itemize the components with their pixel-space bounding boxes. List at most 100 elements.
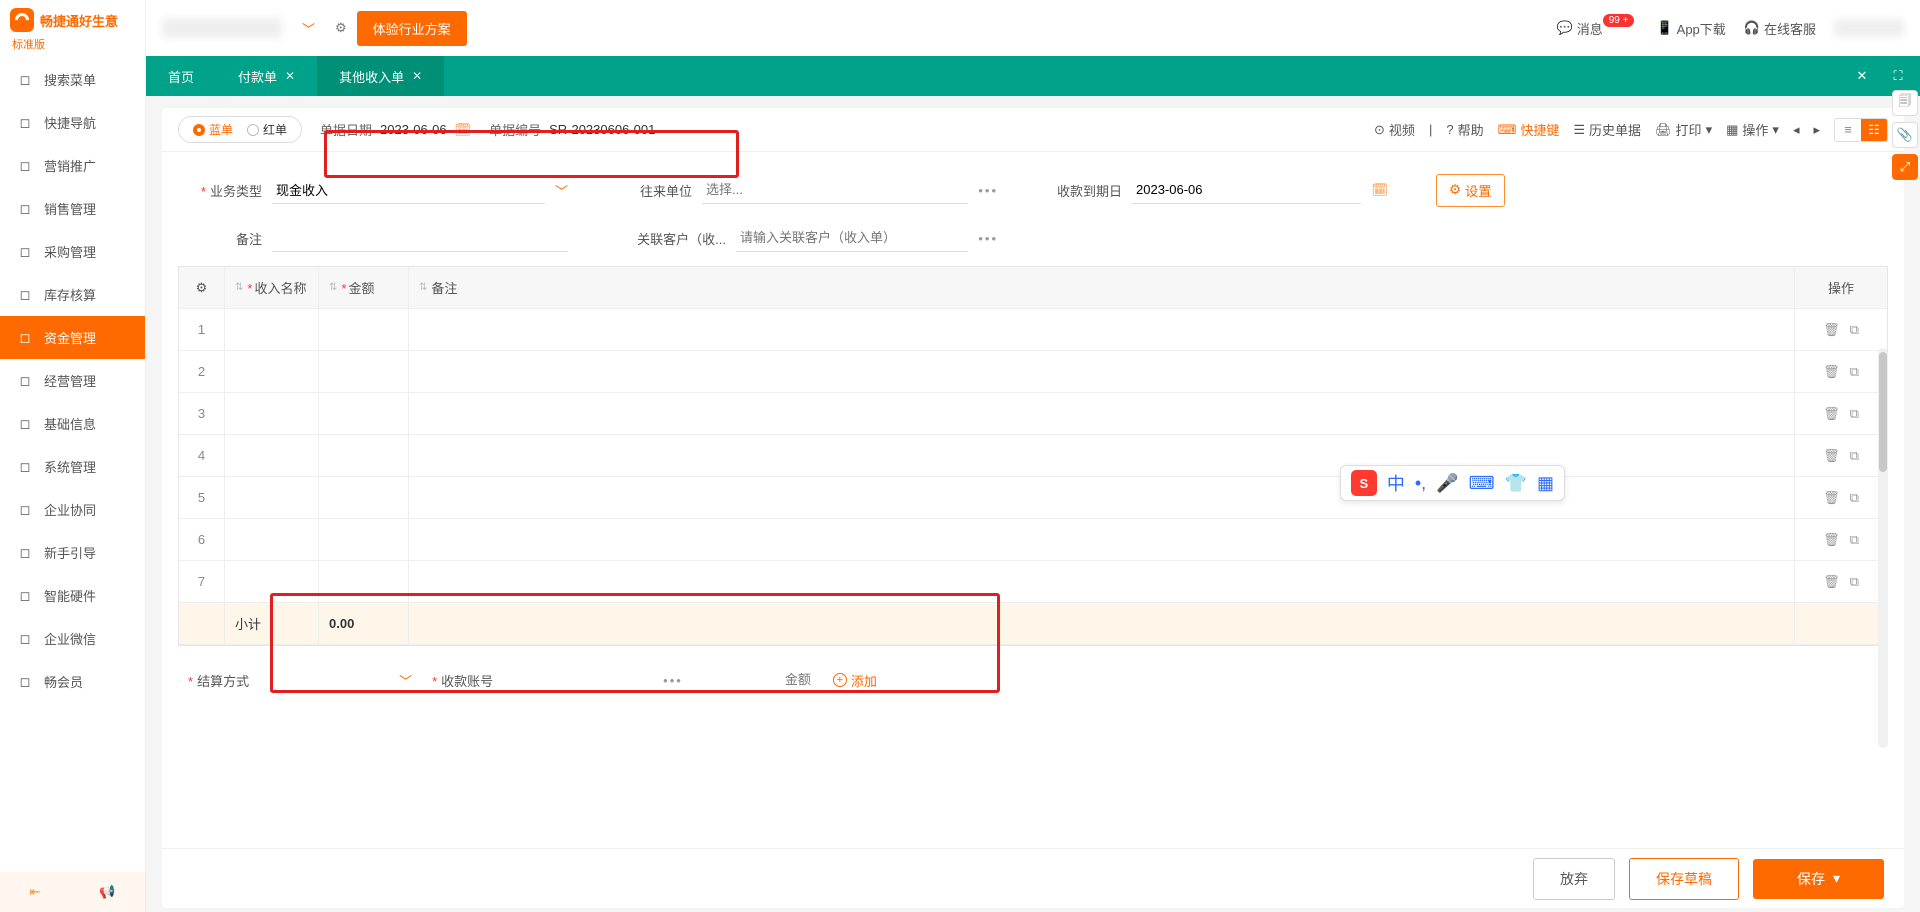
cell-income-name[interactable] xyxy=(225,351,319,392)
ime-keyboard-icon[interactable]: ⌨ xyxy=(1469,473,1495,494)
grid-settings-header-icon[interactable]: ⚙ xyxy=(179,267,225,308)
col-amount[interactable]: ⇅金额 xyxy=(319,267,409,308)
org-dropdown-icon[interactable]: ﹀ xyxy=(302,19,315,38)
cell-amount[interactable] xyxy=(319,477,409,518)
col-remark[interactable]: ⇅备注 xyxy=(409,267,1795,308)
next-doc-icon[interactable]: ▸ xyxy=(1813,122,1820,138)
table-row[interactable]: 1🗑⧉ xyxy=(179,309,1887,351)
prev-doc-icon[interactable]: ◂ xyxy=(1793,122,1800,138)
settlement-account-input[interactable] xyxy=(513,668,643,692)
ime-toolbox-icon[interactable]: ▦ xyxy=(1537,473,1554,494)
settings-gear-icon[interactable]: ⚙ xyxy=(335,20,347,36)
row-copy-icon[interactable]: ⧉ xyxy=(1850,532,1859,548)
due-date-input[interactable] xyxy=(1132,176,1361,204)
ime-skin-icon[interactable]: 👕 xyxy=(1505,473,1527,494)
cell-income-name[interactable] xyxy=(225,309,319,350)
sidebar-item-tag[interactable]: ◻销售管理 xyxy=(0,187,145,230)
ime-lang-toggle[interactable]: 中 xyxy=(1387,470,1405,496)
cell-remark[interactable] xyxy=(409,561,1795,602)
ime-mic-icon[interactable]: 🎤 xyxy=(1436,473,1458,494)
doc-date-value[interactable]: 2023-06-06 xyxy=(380,122,447,137)
form-view-icon[interactable]: ☷ xyxy=(1861,119,1887,141)
cell-amount[interactable] xyxy=(319,435,409,476)
settlement-amount-input[interactable] xyxy=(703,668,813,692)
sidebar-item-vip[interactable]: ◻畅会员 xyxy=(0,660,145,703)
counterparty-input[interactable] xyxy=(702,176,968,204)
save-button[interactable]: 保存▾ xyxy=(1753,859,1884,899)
row-copy-icon[interactable]: ⧉ xyxy=(1850,574,1859,590)
cell-income-name[interactable] xyxy=(225,561,319,602)
cell-remark[interactable] xyxy=(409,519,1795,560)
row-copy-icon[interactable]: ⧉ xyxy=(1850,490,1859,506)
sidebar-item-yen[interactable]: ◻资金管理 xyxy=(0,316,145,359)
discard-button[interactable]: 放弃 xyxy=(1533,858,1615,900)
video-link[interactable]: ⊙视频 xyxy=(1374,120,1415,139)
cell-income-name[interactable] xyxy=(225,519,319,560)
more-dots-icon[interactable]: ••• xyxy=(978,183,998,198)
calendar-icon[interactable]: 🗓 xyxy=(1371,182,1388,198)
close-icon[interactable]: ✕ xyxy=(285,69,295,83)
col-income-name[interactable]: ⇅收入名称 xyxy=(225,267,319,308)
table-row[interactable]: 4🗑⧉ xyxy=(179,435,1887,477)
ime-toolbar[interactable]: S 中 •, 🎤 ⌨ 👕 ▦ xyxy=(1340,465,1565,501)
close-icon[interactable]: ✕ xyxy=(412,69,422,83)
cell-income-name[interactable] xyxy=(225,477,319,518)
collapse-icon[interactable]: ⇤ xyxy=(29,884,40,900)
cell-remark[interactable] xyxy=(409,477,1795,518)
close-all-tabs-icon[interactable]: ✕ xyxy=(1848,62,1876,90)
cell-income-name[interactable] xyxy=(225,393,319,434)
sidebar-item-bag[interactable]: ◻采购管理 xyxy=(0,230,145,273)
table-row[interactable]: 3🗑⧉ xyxy=(179,393,1887,435)
cell-amount[interactable] xyxy=(319,561,409,602)
ime-punct-icon[interactable]: •, xyxy=(1415,473,1426,494)
sidebar-item-search[interactable]: ◻搜索菜单 xyxy=(0,58,145,101)
rel-customer-input[interactable] xyxy=(736,224,968,252)
row-copy-icon[interactable]: ⧉ xyxy=(1850,322,1859,338)
rail-attach-icon[interactable]: 📎 xyxy=(1892,122,1918,148)
sidebar-item-db[interactable]: ◻基础信息 xyxy=(0,402,145,445)
more-dots-icon[interactable]: ••• xyxy=(663,673,683,688)
cell-remark[interactable] xyxy=(409,435,1795,476)
cell-amount[interactable] xyxy=(319,309,409,350)
row-delete-icon[interactable]: 🗑 xyxy=(1823,574,1840,590)
tab-0[interactable]: 首页 xyxy=(146,56,216,96)
row-copy-icon[interactable]: ⧉ xyxy=(1850,448,1859,464)
sidebar-item-gift[interactable]: ◻营销推广 xyxy=(0,144,145,187)
sidebar-item-team[interactable]: ◻企业协同 xyxy=(0,488,145,531)
sidebar-item-home[interactable]: ◻快捷导航 xyxy=(0,101,145,144)
row-delete-icon[interactable]: 🗑 xyxy=(1823,532,1840,548)
sidebar-item-wechat[interactable]: ◻企业微信 xyxy=(0,617,145,660)
app-download-button[interactable]: 📱 App下载 xyxy=(1656,19,1725,38)
cell-remark[interactable] xyxy=(409,351,1795,392)
row-copy-icon[interactable]: ⧉ xyxy=(1850,406,1859,422)
row-copy-icon[interactable]: ⧉ xyxy=(1850,364,1859,380)
biz-type-select[interactable] xyxy=(272,176,545,204)
sidebar-item-box[interactable]: ◻库存核算 xyxy=(0,273,145,316)
settings-button[interactable]: ⚙设置 xyxy=(1436,174,1505,207)
cell-remark[interactable] xyxy=(409,309,1795,350)
list-view-icon[interactable]: ≡ xyxy=(1835,119,1861,141)
rail-expand-icon[interactable]: ⤢ xyxy=(1892,154,1918,180)
row-delete-icon[interactable]: 🗑 xyxy=(1823,490,1840,506)
table-row[interactable]: 7🗑⧉ xyxy=(179,561,1887,603)
cell-remark[interactable] xyxy=(409,393,1795,434)
sidebar-item-file[interactable]: ◻经营管理 xyxy=(0,359,145,402)
cell-income-name[interactable] xyxy=(225,435,319,476)
row-delete-icon[interactable]: 🗑 xyxy=(1823,406,1840,422)
sound-icon[interactable]: 📢 xyxy=(99,884,115,900)
cell-amount[interactable] xyxy=(319,351,409,392)
vertical-scrollbar[interactable] xyxy=(1878,348,1888,748)
cell-amount[interactable] xyxy=(319,393,409,434)
cell-amount[interactable] xyxy=(319,519,409,560)
radio-blue[interactable]: 蓝单 xyxy=(193,121,233,138)
table-row[interactable]: 2🗑⧉ xyxy=(179,351,1887,393)
settlement-method-input[interactable] xyxy=(269,668,379,692)
table-row[interactable]: 6🗑⧉ xyxy=(179,519,1887,561)
row-delete-icon[interactable]: 🗑 xyxy=(1823,322,1840,338)
chevron-down-icon[interactable]: ﹀ xyxy=(399,671,412,690)
sidebar-item-robot[interactable]: ◻智能硬件 xyxy=(0,574,145,617)
messages-button[interactable]: 💬 消息 99 + xyxy=(1557,19,1639,38)
experience-plan-button[interactable]: 体验行业方案 xyxy=(357,11,467,46)
radio-red[interactable]: 红单 xyxy=(247,121,287,138)
row-delete-icon[interactable]: 🗑 xyxy=(1823,448,1840,464)
